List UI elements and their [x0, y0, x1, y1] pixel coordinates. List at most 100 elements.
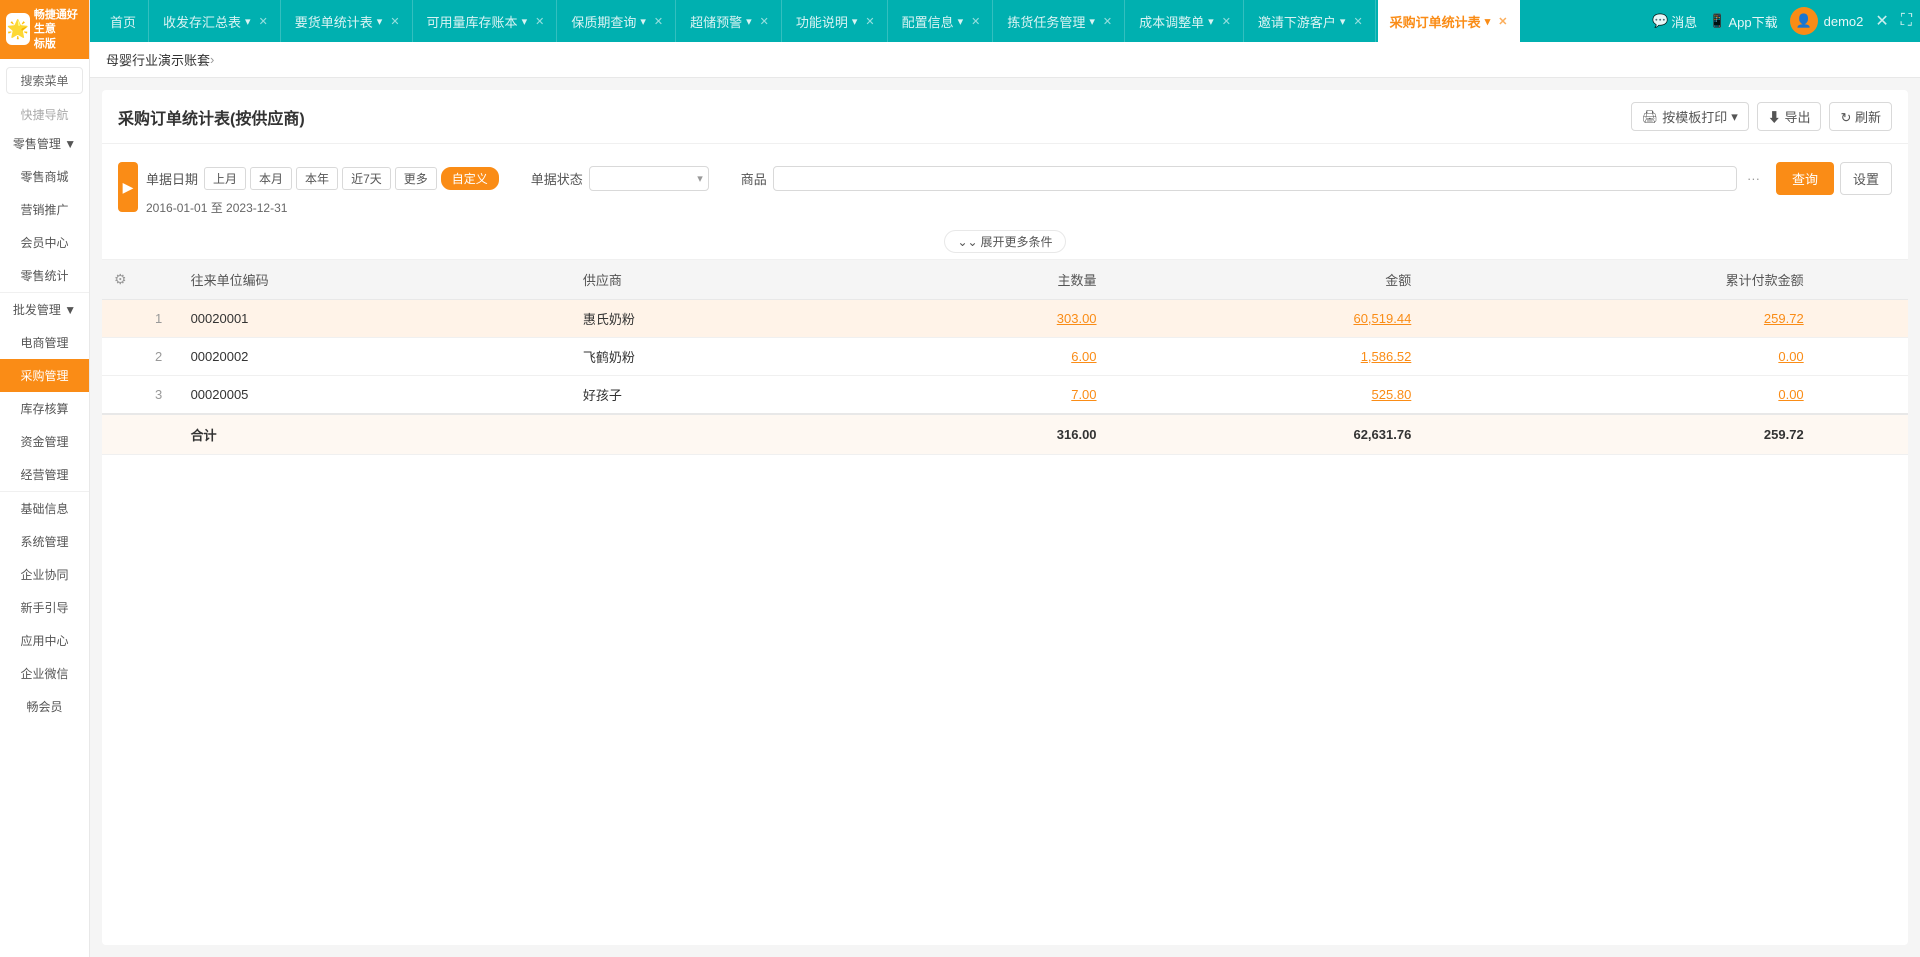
sidebar-item-basic-info[interactable]: 基础信息 [0, 492, 89, 525]
date-btn-custom[interactable]: 自定义 [441, 167, 499, 190]
expand-more-label: 展开更多条件 [981, 233, 1053, 250]
user-info[interactable]: 👤 demo2 [1790, 7, 1864, 35]
row2-amount-link[interactable]: 1,586.52 [1361, 349, 1412, 364]
sidebar-item-marketing[interactable]: 营销推广 [0, 193, 89, 226]
tab-purchase-summary-label: 采购订单统计表 [1390, 12, 1481, 31]
date-btn-last-month[interactable]: 上月 [204, 167, 246, 190]
table-row: 3 00020005 好孩子 7.00 525.80 0.00 [102, 376, 1908, 415]
goods-more-icon[interactable]: ··· [1743, 171, 1764, 186]
status-select[interactable] [589, 166, 709, 191]
sidebar-item-retail-stats[interactable]: 零售统计 [0, 259, 89, 292]
tab-goods-close[interactable]: ✕ [390, 15, 399, 28]
tab-overstock-close[interactable]: ✕ [760, 15, 769, 28]
row1-gear [102, 300, 139, 338]
logo-text: 畅捷通好生意 标版 [34, 8, 83, 51]
export-button[interactable]: ⬇ 导出 [1757, 102, 1822, 131]
tab-collect-close[interactable]: ✕ [259, 15, 268, 28]
tab-collect-summary[interactable]: 收发存汇总表 ▾ ✕ [151, 0, 281, 42]
search-menu-button[interactable]: 搜索菜单 [6, 67, 83, 94]
tab-goods-summary[interactable]: 要货单统计表 ▾ ✕ [283, 0, 413, 42]
sidebar-item-sys-mgmt[interactable]: 系统管理 [0, 525, 89, 558]
sidebar-item-member[interactable]: 畅会员 [0, 690, 89, 723]
sidebar-item-newbie[interactable]: 新手引导 [0, 591, 89, 624]
tab-cost-adjust[interactable]: 成本调整单 ▾ ✕ [1127, 0, 1244, 42]
table-footer-row: 合计 316.00 62,631.76 259.72 [102, 414, 1908, 455]
filter-toggle-button[interactable]: ▶ [118, 162, 138, 212]
row1-extra [1816, 300, 1908, 338]
app-download-btn[interactable]: 📱 App下载 [1709, 12, 1777, 31]
print-icon: 🖨 [1642, 109, 1659, 125]
row2-num: 2 [139, 338, 179, 376]
refresh-button[interactable]: ↻ 刷新 [1829, 102, 1892, 131]
goods-input[interactable] [773, 166, 1737, 191]
sidebar-item-operation[interactable]: 经营管理 [0, 458, 89, 491]
row2-paid-link[interactable]: 0.00 [1778, 349, 1803, 364]
sys-mgmt-label: 系统管理 [20, 533, 68, 550]
tab-purchase-arrow: ▾ [1485, 15, 1491, 28]
sidebar-item-corp-wechat[interactable]: 企业微信 [0, 657, 89, 690]
tab-overstock[interactable]: 超储预警 ▾ ✕ [678, 0, 782, 42]
sidebar-item-corp-collab[interactable]: 企业协同 [0, 558, 89, 591]
window-close-icon[interactable]: ✕ [1875, 11, 1888, 31]
date-btn-more[interactable]: 更多 [395, 167, 437, 190]
sidebar-item-ecommerce[interactable]: 电商管理 [0, 326, 89, 359]
date-quick-btns: 上月 本月 本年 近7天 更多 自定义 [204, 167, 499, 190]
tab-invite-downstream[interactable]: 邀请下游客户 ▾ ✕ [1246, 0, 1376, 42]
row3-amount-link[interactable]: 525.80 [1372, 387, 1412, 402]
content-area: 采购订单统计表(按供应商) 🖨 按模板打印 ▾ ⬇ 导出 ↻ 刷新 [90, 78, 1920, 957]
tab-home[interactable]: 首页 [98, 0, 149, 42]
goods-filter: 商品 ··· [741, 166, 1764, 191]
sidebar-item-purchase[interactable]: 采购管理 [0, 359, 89, 392]
row1-paid-link[interactable]: 259.72 [1764, 311, 1804, 326]
tab-config-close[interactable]: ✕ [971, 15, 980, 28]
query-button[interactable]: 查询 [1776, 162, 1834, 195]
tab-expiry-close[interactable]: ✕ [654, 15, 663, 28]
row2-qty-link[interactable]: 6.00 [1071, 349, 1096, 364]
tab-config-info[interactable]: 配置信息 ▾ ✕ [890, 0, 994, 42]
member-label: 畅会员 [26, 698, 62, 715]
tab-purchase-summary[interactable]: 采购订单统计表 ▾ ✕ [1378, 0, 1521, 42]
sidebar-search-section: 搜索菜单 [0, 59, 89, 102]
header-chevron-icon[interactable]: › [210, 52, 214, 67]
tab-invite-close[interactable]: ✕ [1353, 15, 1362, 28]
tab-func-close[interactable]: ✕ [865, 15, 874, 28]
sidebar-item-member-center[interactable]: 会员中心 [0, 226, 89, 259]
column-config-icon[interactable]: ⚙ [114, 271, 127, 287]
tab-func-desc-label: 功能说明 [796, 12, 848, 31]
tab-purchase-close[interactable]: ✕ [1498, 15, 1507, 28]
th-supplier: 供应商 [571, 260, 863, 300]
tab-available-close[interactable]: ✕ [535, 15, 544, 28]
sidebar-item-retail-mgmt[interactable]: 零售管理 ▼ [0, 127, 89, 160]
tab-cost-close[interactable]: ✕ [1222, 15, 1231, 28]
message-btn[interactable]: 💬 消息 [1652, 12, 1697, 31]
tab-expiry-query[interactable]: 保质期查询 ▾ ✕ [559, 0, 676, 42]
sidebar-item-finance[interactable]: 资金管理 [0, 425, 89, 458]
row3-code: 00020005 [179, 376, 571, 415]
row3-qty-link[interactable]: 7.00 [1071, 387, 1096, 402]
sidebar-item-app-center[interactable]: 应用中心 [0, 624, 89, 657]
purchase-label: 采购管理 [20, 367, 68, 384]
row1-qty-link[interactable]: 303.00 [1057, 311, 1097, 326]
tab-func-desc[interactable]: 功能说明 ▾ ✕ [784, 0, 888, 42]
tab-available-stock[interactable]: 可用量库存账本 ▾ ✕ [415, 0, 558, 42]
tab-pickup-arrow: ▾ [1089, 15, 1095, 28]
date-btn-this-year[interactable]: 本年 [296, 167, 338, 190]
filter-row-1: 单据日期 上月 本月 本年 近7天 更多 自定义 [146, 162, 1892, 195]
sidebar-item-retail-shop[interactable]: 零售商城 [0, 160, 89, 193]
tab-pickup-task[interactable]: 拣货任务管理 ▾ ✕ [995, 0, 1125, 42]
tab-pickup-close[interactable]: ✕ [1103, 15, 1112, 28]
marketing-label: 营销推广 [20, 201, 68, 218]
date-btn-this-month[interactable]: 本月 [250, 167, 292, 190]
filter-section: ▶ 单据日期 上月 本月 本年 近7天 更多 [102, 144, 1908, 260]
tab-available-arrow: ▾ [522, 15, 528, 28]
row3-paid-link[interactable]: 0.00 [1778, 387, 1803, 402]
row1-amount-link[interactable]: 60,519.44 [1353, 311, 1411, 326]
expand-more-button[interactable]: ⌄⌄ 展开更多条件 [944, 230, 1065, 253]
window-maximize-icon[interactable]: ⛶ [1901, 12, 1912, 30]
sidebar-item-inventory[interactable]: 库存核算 [0, 392, 89, 425]
sidebar-item-wholesale[interactable]: 批发管理 ▼ [0, 293, 89, 326]
row3-paid: 0.00 [1423, 376, 1815, 415]
template-print-button[interactable]: 🖨 按模板打印 ▾ [1631, 102, 1749, 131]
date-btn-7days[interactable]: 近7天 [342, 167, 391, 190]
settings-button[interactable]: 设置 [1840, 162, 1892, 195]
